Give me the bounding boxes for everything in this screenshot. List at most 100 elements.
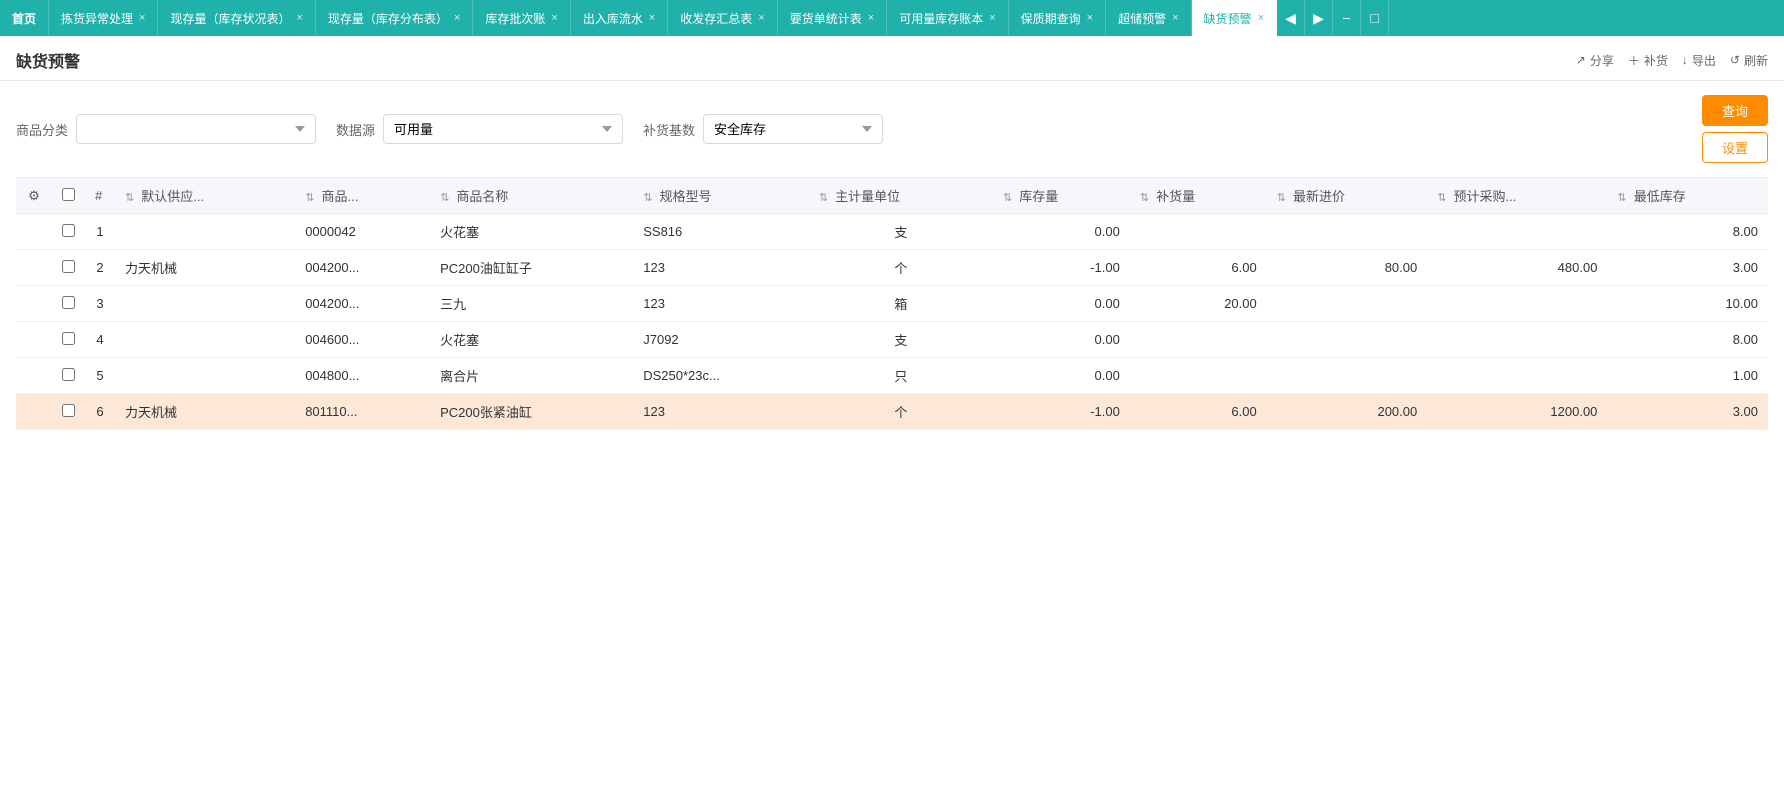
tab-label-overstock: 超储预警 bbox=[1118, 10, 1166, 27]
category-select[interactable] bbox=[76, 114, 316, 144]
cell-estimated_purchase bbox=[1427, 286, 1607, 322]
export-btn[interactable]: ↓ 导出 bbox=[1682, 52, 1716, 69]
tab-label-inventory-status: 现存量（库存状况表） bbox=[170, 10, 290, 27]
row-checkbox-cell[interactable] bbox=[52, 250, 85, 286]
tab-close-exception[interactable]: × bbox=[139, 12, 145, 24]
select-all-checkbox[interactable] bbox=[62, 188, 75, 201]
row-checkbox-cell[interactable] bbox=[52, 322, 85, 358]
col-label-replenish: 补货量 bbox=[1156, 189, 1195, 204]
tab-bar: 首页拣货异常处理×现存量（库存状况表）×现存量（库存分布表）×库存批次账×出入库… bbox=[0, 0, 1784, 36]
tab-available-ledger[interactable]: 可用量库存账本 × bbox=[887, 0, 1008, 36]
row-checkbox-cell[interactable] bbox=[52, 214, 85, 250]
table-row: 5004800...离合片DS250*23c...只0.001.00 bbox=[16, 358, 1768, 394]
tab-label-available-ledger: 可用量库存账本 bbox=[899, 10, 983, 27]
cell-product_name: PC200张紧油缸 bbox=[430, 394, 633, 430]
tab-nav-prev[interactable]: ◀ bbox=[1277, 0, 1305, 36]
row-checkbox[interactable] bbox=[62, 296, 75, 309]
cell-latest_price bbox=[1267, 358, 1428, 394]
tab-batch-account[interactable]: 库存批次账 × bbox=[473, 0, 570, 36]
tab-close-receive-summary[interactable]: × bbox=[758, 12, 764, 24]
tab-requisition-stat[interactable]: 要货单统计表× bbox=[778, 0, 887, 36]
replenish-icon: ＋ bbox=[1628, 52, 1640, 69]
col-label-num: # bbox=[95, 188, 102, 203]
col-header-latest_price[interactable]: ⇅ 最新进价 bbox=[1267, 178, 1428, 214]
row-checkbox[interactable] bbox=[62, 404, 75, 417]
replenish-basis-select[interactable]: 安全库存 最低库存 bbox=[703, 114, 883, 144]
col-header-min_stock[interactable]: ⇅ 最低库存 bbox=[1607, 178, 1768, 214]
cell-product_name: PC200油缸缸子 bbox=[430, 250, 633, 286]
row-number: 3 bbox=[85, 286, 115, 322]
col-label-product_code: 商品... bbox=[321, 189, 358, 204]
tab-label-inventory-dist: 现存量（库存分布表） bbox=[328, 10, 448, 27]
tab-close-inventory-dist[interactable]: × bbox=[454, 12, 460, 24]
tab-close-shortage[interactable]: × bbox=[1258, 12, 1264, 24]
row-checkbox-cell[interactable] bbox=[52, 358, 85, 394]
cell-spec: 123 bbox=[633, 250, 809, 286]
tab-close-batch-account[interactable]: × bbox=[551, 12, 557, 24]
cell-product_code: 0000042 bbox=[295, 214, 430, 250]
tab-maximize[interactable]: □ bbox=[1361, 0, 1389, 36]
tab-inout-flow[interactable]: 出入库流水 × bbox=[571, 0, 668, 36]
settings-button[interactable]: 设置 bbox=[1702, 132, 1768, 163]
row-checkbox[interactable] bbox=[62, 260, 75, 273]
tab-close-expiry-query[interactable]: × bbox=[1087, 12, 1093, 24]
tab-close-overstock[interactable]: × bbox=[1172, 12, 1178, 24]
cell-default_supplier bbox=[115, 214, 295, 250]
tab-home[interactable]: 首页 bbox=[0, 0, 49, 36]
col-header-default_supplier[interactable]: ⇅ 默认供应... bbox=[115, 178, 295, 214]
col-header-spec[interactable]: ⇅ 规格型号 bbox=[633, 178, 809, 214]
filter-category-group: 商品分类 bbox=[16, 114, 316, 144]
tab-close-inout-flow[interactable]: × bbox=[649, 12, 655, 24]
row-number: 2 bbox=[85, 250, 115, 286]
col-header-stock[interactable]: ⇅ 库存量 bbox=[993, 178, 1130, 214]
cell-min_stock: 3.00 bbox=[1607, 250, 1768, 286]
tab-overstock[interactable]: 超储预警 × bbox=[1106, 0, 1191, 36]
col-header-product_name[interactable]: ⇅ 商品名称 bbox=[430, 178, 633, 214]
tab-expiry-query[interactable]: 保质期查询 × bbox=[1009, 0, 1106, 36]
col-header-product_code[interactable]: ⇅ 商品... bbox=[295, 178, 430, 214]
row-checkbox-cell[interactable] bbox=[52, 286, 85, 322]
row-checkbox-cell[interactable] bbox=[52, 394, 85, 430]
share-btn[interactable]: ↗ 分享 bbox=[1576, 52, 1614, 69]
tab-receive-summary[interactable]: 收发存汇总表× bbox=[668, 0, 777, 36]
gear-icon[interactable]: ⚙ bbox=[28, 188, 40, 203]
row-checkbox[interactable] bbox=[62, 332, 75, 345]
query-button[interactable]: 查询 bbox=[1702, 95, 1768, 126]
main-content: 缺货预警 ↗ 分享 ＋ 补货 ↓ 导出 ↺ 刷新 商品分类 bbox=[0, 36, 1784, 796]
tab-inventory-dist[interactable]: 现存量（库存分布表） × bbox=[316, 0, 473, 36]
col-label-stock: 库存量 bbox=[1019, 189, 1058, 204]
col-label-estimated_purchase: 预计采购... bbox=[1454, 189, 1517, 204]
row-checkbox[interactable] bbox=[62, 224, 75, 237]
cell-latest_price: 80.00 bbox=[1267, 250, 1428, 286]
cell-product_name: 火花塞 bbox=[430, 214, 633, 250]
cell-product_code: 004200... bbox=[295, 250, 430, 286]
row-gear-cell bbox=[16, 394, 52, 430]
table-wrapper: ⚙ # ⇅ 默认供应...⇅ 商品...⇅ 商品名称⇅ 规格型号⇅ 主计量单位⇅ 库… bbox=[0, 177, 1784, 430]
tab-label-inout-flow: 出入库流水 bbox=[583, 10, 643, 27]
row-gear-cell bbox=[16, 358, 52, 394]
tab-exception[interactable]: 拣货异常处理× bbox=[49, 0, 158, 36]
replenish-btn[interactable]: ＋ 补货 bbox=[1628, 52, 1668, 69]
tab-inventory-status[interactable]: 现存量（库存状况表） × bbox=[158, 0, 315, 36]
datasource-select[interactable]: 可用量 库存量 bbox=[383, 114, 623, 144]
row-checkbox[interactable] bbox=[62, 368, 75, 381]
tab-close-requisition-stat[interactable]: × bbox=[868, 12, 874, 24]
cell-latest_price bbox=[1267, 214, 1428, 250]
tab-label-batch-account: 库存批次账 bbox=[485, 10, 545, 27]
table-row: 3004200...三九123箱0.0020.0010.00 bbox=[16, 286, 1768, 322]
row-number: 4 bbox=[85, 322, 115, 358]
tab-nav-next[interactable]: ▶ bbox=[1305, 0, 1333, 36]
refresh-btn[interactable]: ↺ 刷新 bbox=[1730, 52, 1768, 69]
tab-label-expiry-query: 保质期查询 bbox=[1021, 10, 1081, 27]
col-header-unit[interactable]: ⇅ 主计量单位 bbox=[809, 178, 993, 214]
tab-close-inventory-status[interactable]: × bbox=[296, 12, 302, 24]
tab-close-available-ledger[interactable]: × bbox=[989, 12, 995, 24]
cell-replenish: 6.00 bbox=[1130, 250, 1267, 286]
export-icon: ↓ bbox=[1682, 53, 1688, 67]
cell-spec: DS250*23c... bbox=[633, 358, 809, 394]
tab-shortage[interactable]: 缺货预警× bbox=[1192, 0, 1277, 36]
cell-latest_price bbox=[1267, 322, 1428, 358]
tab-minimize[interactable]: − bbox=[1333, 0, 1361, 36]
col-header-replenish[interactable]: ⇅ 补货量 bbox=[1130, 178, 1267, 214]
col-header-estimated_purchase[interactable]: ⇅ 预计采购... bbox=[1427, 178, 1607, 214]
